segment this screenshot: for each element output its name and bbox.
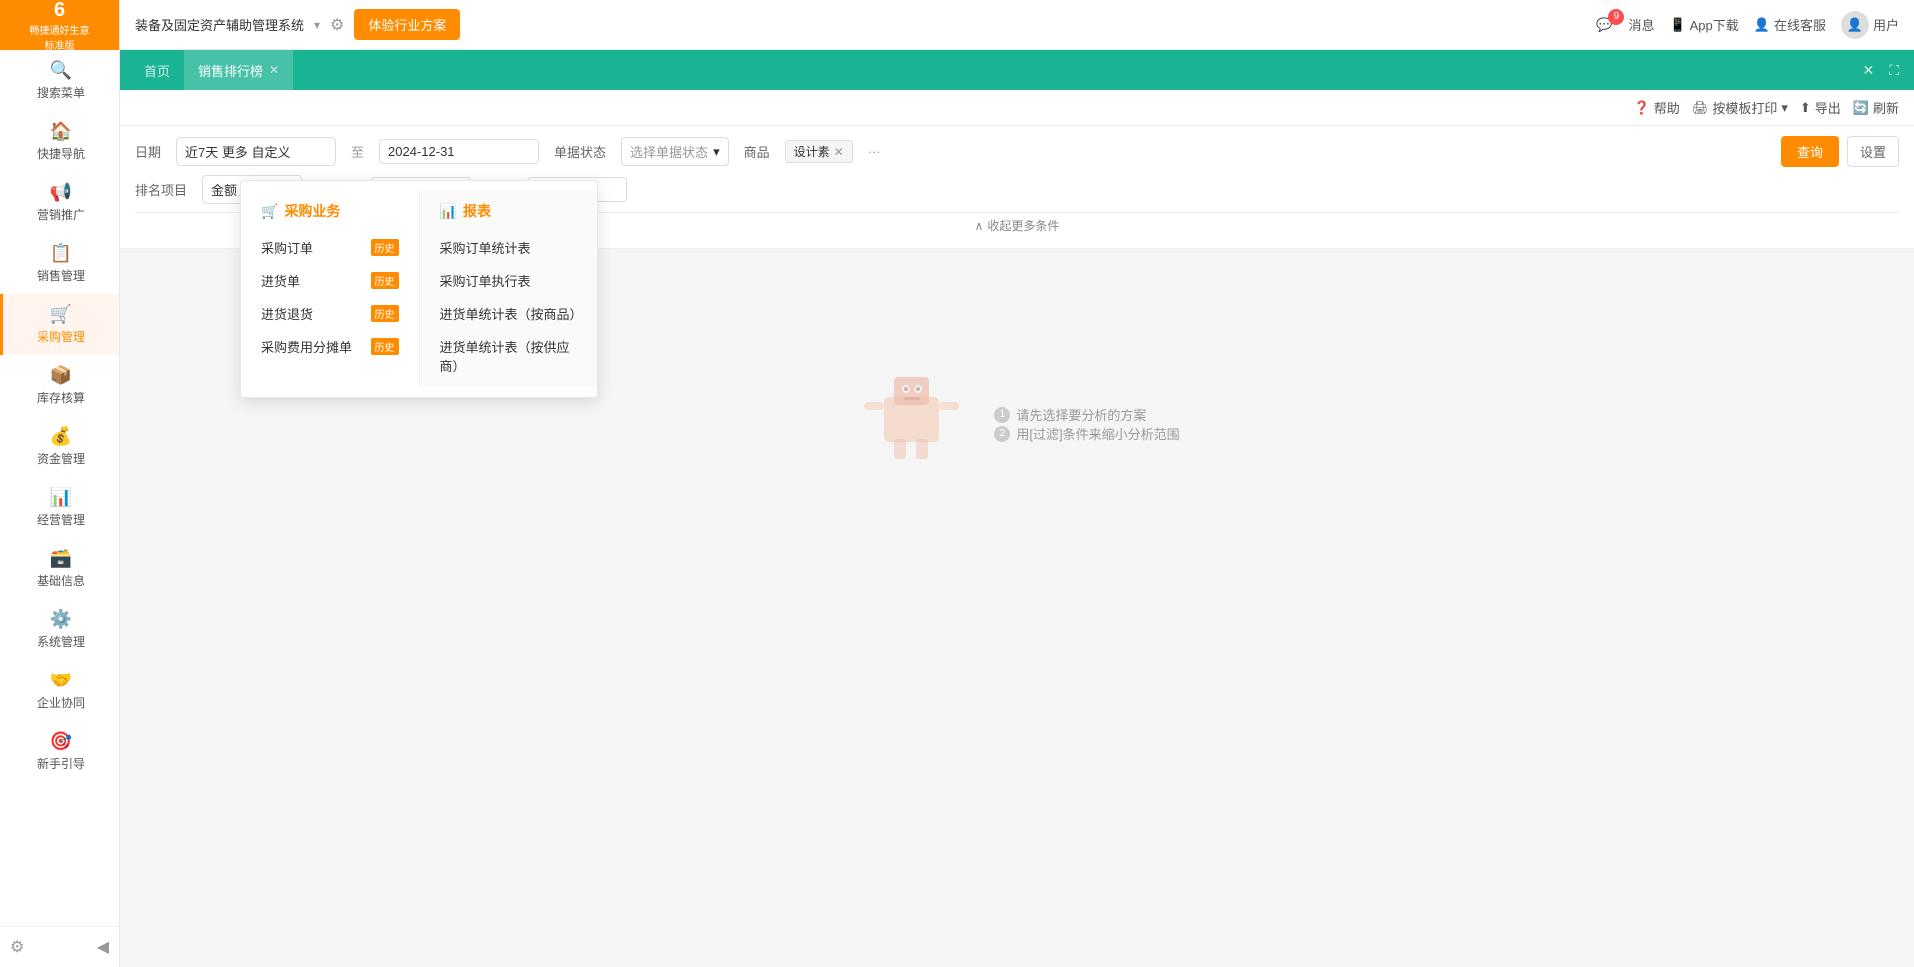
purchase-business-title: 🛒 采购业务	[251, 196, 409, 231]
purchase-business-icon: 🛒	[261, 203, 278, 220]
content-area: ❓ 帮助 🖨 按模板打印 ▾ ⬆ 导出 🔄 刷新 日期 近7天 更多	[120, 90, 1914, 967]
dropdown-instock-stats-goods[interactable]: 进货单统计表（按商品）	[430, 297, 588, 330]
history-badge-1: 历史	[371, 272, 399, 289]
dropdown-po-exec[interactable]: 采购订单执行表	[430, 264, 588, 297]
main-area: 装备及固定资产辅助管理系统 ▾ ⚙ 体验行业方案 💬 9 消息 📱 App下载 …	[120, 0, 1914, 967]
dropdown-instock[interactable]: 进货单 历史	[251, 264, 409, 297]
dropdown-instock-stats-supplier[interactable]: 进货单统计表（按供应商）	[430, 330, 588, 382]
purchase-business-col: 🛒 采购业务 采购订单 历史 进货单 历史 进货退货 历史 采购费用分摊单	[241, 191, 420, 387]
history-badge-2: 历史	[371, 305, 399, 322]
report-col: 📊 报表 采购订单统计表 采购订单执行表 进货单统计表（按商品） 进货单统计表（…	[420, 191, 598, 387]
report-icon: 📊	[440, 203, 457, 220]
dropdown-return[interactable]: 进货退货 历史	[251, 297, 409, 330]
history-badge-3: 历史	[371, 338, 399, 355]
dropdown-cost[interactable]: 采购费用分摊单 历史	[251, 330, 409, 363]
purchase-dropdown-menu: 🛒 采购业务 采购订单 历史 进货单 历史 进货退货 历史 采购费用分摊单	[240, 180, 598, 398]
report-title: 📊 报表	[430, 196, 588, 231]
history-badge-0: 历史	[371, 239, 399, 256]
dropdown-po-stats[interactable]: 采购订单统计表	[430, 231, 588, 264]
dropdown-purchase-order[interactable]: 采购订单 历史	[251, 231, 409, 264]
